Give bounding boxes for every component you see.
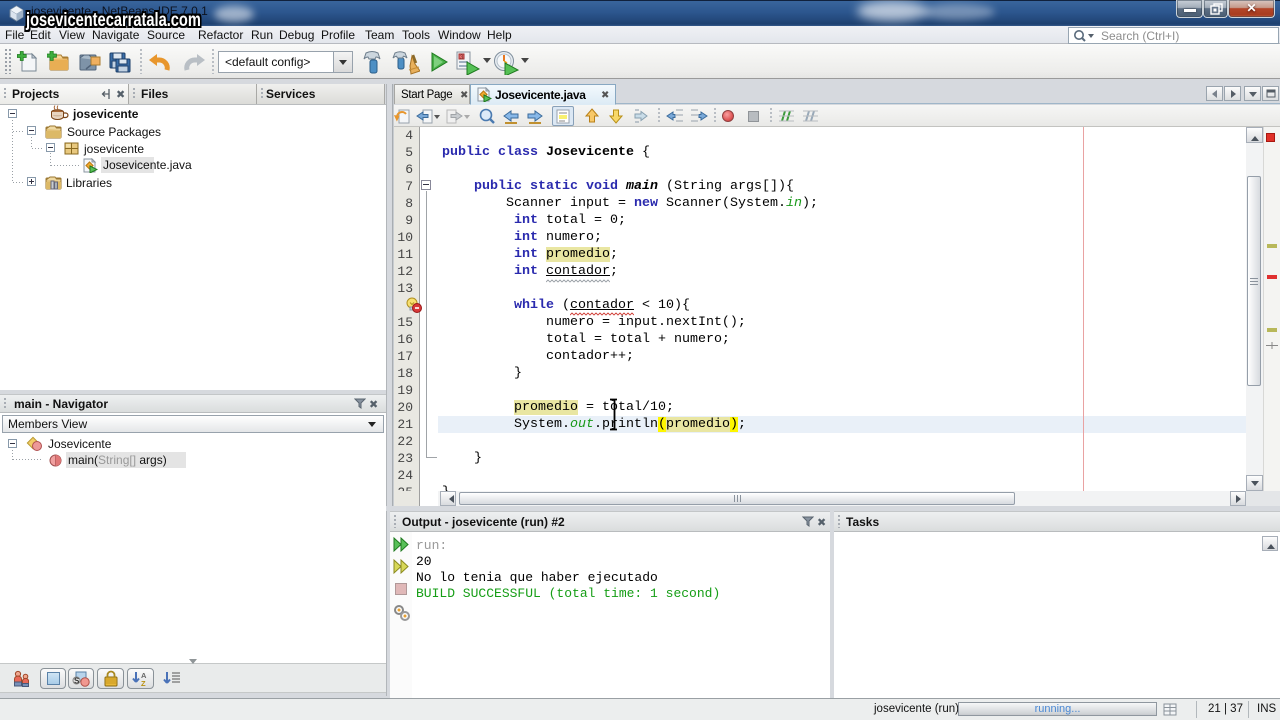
svg-text:S: S (74, 677, 80, 686)
svg-text:Z: Z (141, 679, 146, 687)
